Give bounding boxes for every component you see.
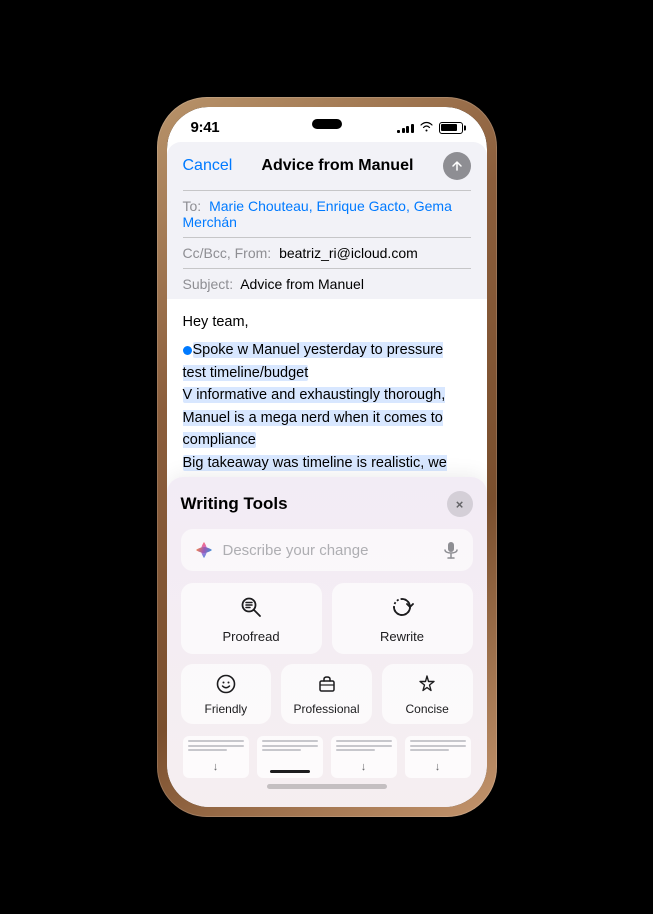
wifi-icon (419, 121, 434, 135)
microphone-icon[interactable] (441, 540, 461, 560)
proofread-label: Proofread (222, 629, 279, 644)
concise-button[interactable]: Concise (382, 664, 473, 724)
doc-arrow-4: ↓ (435, 761, 441, 773)
dynamic-island (312, 119, 342, 129)
battery-icon (439, 122, 463, 134)
doc-arrow-1: ↓ (213, 761, 219, 773)
phone-inner: 9:41 (167, 107, 487, 807)
doc-preview-1[interactable]: ↓ (183, 736, 249, 778)
writing-tools-input[interactable]: Describe your change (223, 542, 433, 559)
status-icons (397, 121, 463, 135)
rewrite-icon (390, 595, 414, 623)
send-button[interactable] (443, 152, 471, 180)
writing-tools-title: Writing Tools (181, 494, 288, 514)
cc-label: Cc/Bcc, From: (183, 245, 272, 261)
doc-arrow-3: ↓ (361, 761, 367, 773)
email-cc-field: Cc/Bcc, From: beatriz_ri@icloud.com (183, 237, 471, 268)
proofread-button[interactable]: Proofread (181, 583, 322, 654)
professional-icon (317, 674, 337, 698)
writing-tools-input-row[interactable]: Describe your change (181, 529, 473, 571)
concise-label: Concise (406, 702, 449, 716)
home-indicator (267, 784, 387, 789)
subject-label: Subject: (183, 276, 234, 292)
status-time: 9:41 (191, 119, 220, 136)
screen: 9:41 (167, 107, 487, 807)
friendly-label: Friendly (204, 702, 247, 716)
doc-preview-2[interactable] (257, 736, 323, 778)
phone-frame: 9:41 (157, 97, 497, 817)
to-label: To: (183, 198, 202, 214)
email-body-text: Hey team, Spoke w Manuel yesterday to pr… (183, 311, 471, 477)
email-greeting: Hey team, (183, 311, 471, 333)
email-paragraph-3: Big takeaway was timeline is realistic, … (183, 452, 471, 477)
writing-tools-row-2: Friendly Professional (181, 664, 473, 724)
cursor (183, 346, 192, 355)
email-toolbar: Cancel Advice from Manuel (183, 152, 471, 190)
email-to-field: To: Marie Chouteau, Enrique Gacto, Gema … (183, 190, 471, 237)
writing-tools-header: Writing Tools × (181, 491, 473, 517)
home-bar-preview (270, 770, 310, 773)
doc-preview-4[interactable]: ↓ (405, 736, 471, 778)
email-body[interactable]: Hey team, Spoke w Manuel yesterday to pr… (167, 299, 487, 477)
professional-label: Professional (293, 702, 359, 716)
document-previews: ↓ (181, 736, 473, 784)
email-title: Advice from Manuel (261, 157, 413, 175)
from-value: beatriz_ri@icloud.com (279, 245, 418, 261)
subject-value: Advice from Manuel (240, 276, 364, 292)
proofread-icon (239, 595, 263, 623)
writing-tools-row-1: Proofread Rewrite (181, 583, 473, 654)
email-subject-field[interactable]: Subject: Advice from Manuel (183, 268, 471, 299)
concise-icon (417, 674, 437, 698)
professional-button[interactable]: Professional (281, 664, 372, 724)
apple-intelligence-icon (193, 539, 215, 561)
email-paragraph-2: V informative and exhaustingly thorough,… (183, 384, 471, 451)
rewrite-label: Rewrite (380, 629, 424, 644)
rewrite-button[interactable]: Rewrite (332, 583, 473, 654)
cancel-button[interactable]: Cancel (183, 157, 233, 175)
writing-tools-panel: Writing Tools × (167, 477, 487, 807)
signal-icon (397, 122, 414, 133)
recipients[interactable]: Marie Chouteau, Enrique Gacto, Gema Merc… (183, 198, 452, 230)
email-header: Cancel Advice from Manuel To: Marie Chou… (167, 142, 487, 299)
friendly-icon (216, 674, 236, 698)
writing-tools-close-button[interactable]: × (447, 491, 473, 517)
email-paragraph-1: Spoke w Manuel yesterday to pressure tes… (183, 339, 471, 384)
doc-preview-3[interactable]: ↓ (331, 736, 397, 778)
friendly-button[interactable]: Friendly (181, 664, 272, 724)
